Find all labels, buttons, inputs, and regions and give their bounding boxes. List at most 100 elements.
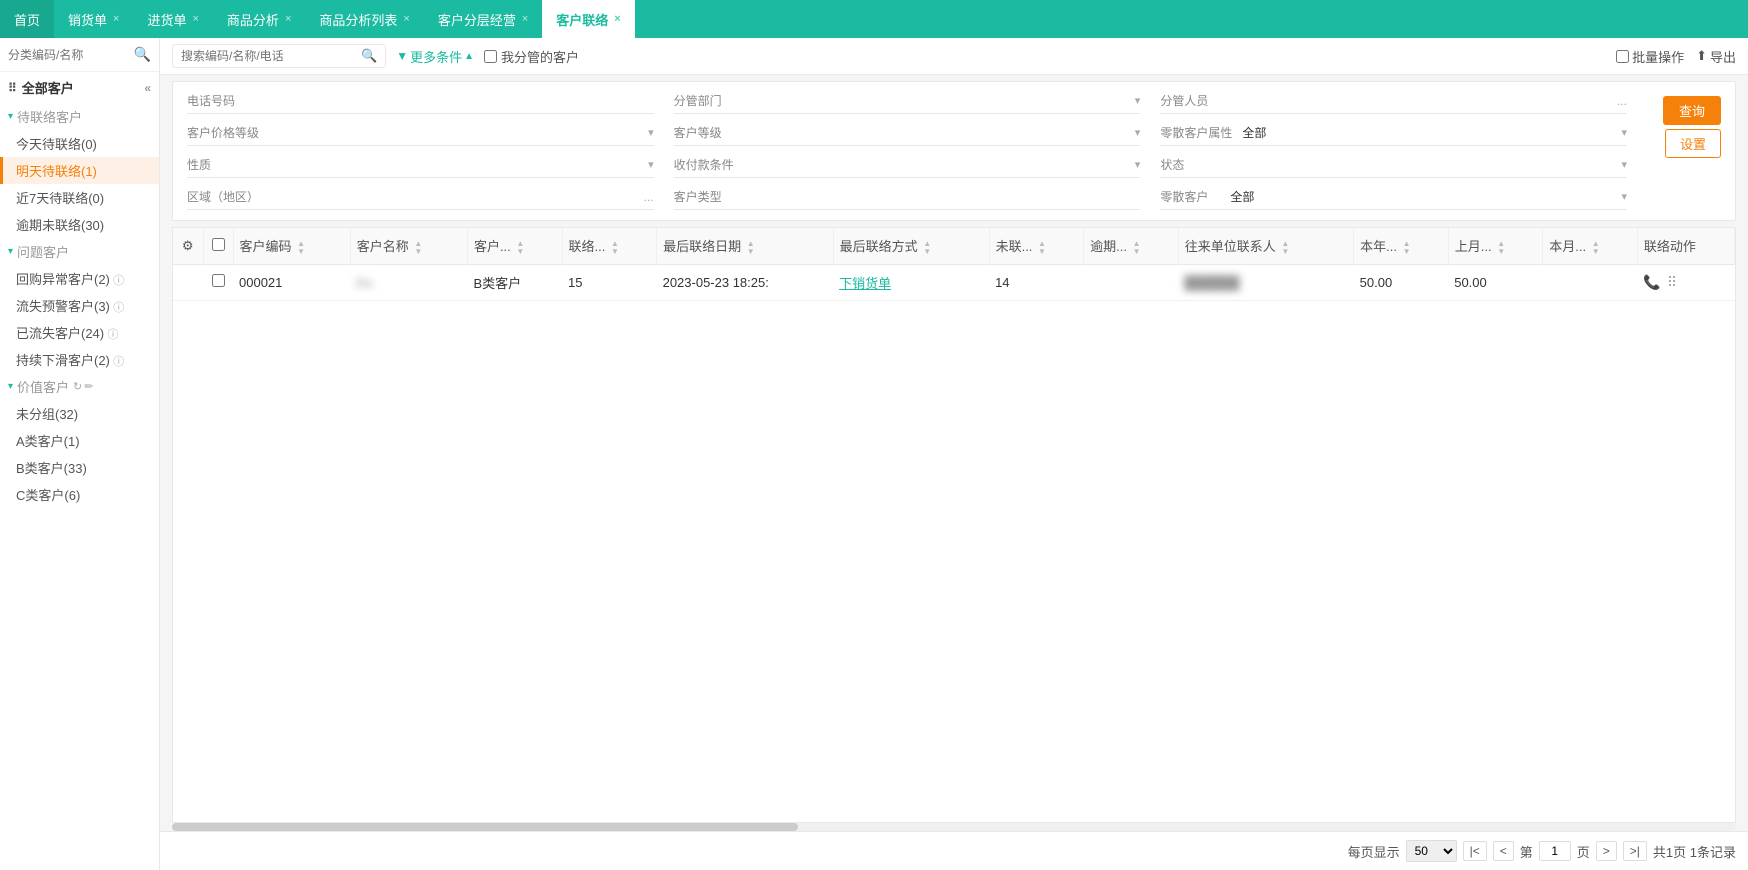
contact-icon[interactable]: 📞 bbox=[1643, 274, 1660, 291]
close-product-analysis-list-icon[interactable]: × bbox=[403, 13, 409, 25]
close-customer-tier-icon[interactable]: × bbox=[522, 13, 528, 25]
prev-page-btn[interactable]: < bbox=[1493, 841, 1514, 861]
row-code: 000021 bbox=[233, 264, 350, 300]
filter-action-buttons: 查询 设置 bbox=[1663, 92, 1721, 158]
row-name: Ea bbox=[350, 264, 467, 300]
sidebar-item-churn-warning[interactable]: 流失预警客户(3) ⓘ bbox=[0, 292, 159, 319]
customer-table: ⚙ 客户编码 ▲▼ 客户名称 ▲▼ 客户... bbox=[173, 228, 1735, 301]
filter-row-3: 性质 ▾ 收付款条件 ▾ 状态 ▾ bbox=[187, 156, 1647, 178]
unit-contact-blurred: ██████ bbox=[1184, 275, 1239, 290]
select-all-checkbox[interactable] bbox=[212, 238, 225, 251]
sidebar-item-declining[interactable]: 持续下滑客户(2) ⓘ bbox=[0, 346, 159, 373]
nav-customer-contact[interactable]: 客户联络 × bbox=[542, 0, 634, 38]
close-purchase-order-icon[interactable]: × bbox=[192, 13, 198, 25]
row-gear-cell bbox=[173, 264, 203, 300]
nav-product-analysis[interactable]: 商品分析 × bbox=[213, 0, 305, 38]
info-icon3: ⓘ bbox=[113, 356, 124, 368]
filter-scatter-attr-value[interactable]: 全部 bbox=[1242, 124, 1617, 141]
sort-this-year-icon[interactable]: ▲▼ bbox=[1403, 240, 1411, 256]
export-icon: ⬆ bbox=[1696, 48, 1707, 64]
search-input[interactable] bbox=[181, 49, 361, 63]
close-customer-contact-icon[interactable]: × bbox=[614, 13, 620, 25]
col-header-contact: 联络... ▲▼ bbox=[562, 228, 657, 264]
sidebar-item-class-a[interactable]: A类客户(1) bbox=[0, 427, 159, 454]
sort-this-month-icon[interactable]: ▲▼ bbox=[1592, 240, 1600, 256]
filter-status-label: 状态 bbox=[1160, 156, 1220, 173]
filter-scatter-customer: 零散客户 全部 ▾ bbox=[1160, 188, 1627, 210]
nav-customer-tier[interactable]: 客户分层经营 × bbox=[424, 0, 542, 38]
filter-scatter-customer-label: 零散客户 bbox=[1160, 188, 1220, 205]
close-product-analysis-icon[interactable]: × bbox=[285, 13, 291, 25]
export-btn[interactable]: ⬆ 导出 bbox=[1696, 47, 1736, 66]
last-page-btn[interactable]: >| bbox=[1623, 841, 1647, 861]
filter-scatter-customer-value[interactable]: 全部 bbox=[1230, 188, 1617, 205]
per-page-select[interactable]: 50 100 200 bbox=[1406, 840, 1457, 862]
filter-price-tier: 客户价格等级 ▾ bbox=[187, 124, 654, 146]
col-header-gear[interactable]: ⚙ bbox=[173, 228, 203, 264]
last-method-link[interactable]: 下销货单 bbox=[839, 276, 891, 291]
filter-phone-label: 电话号码 bbox=[187, 92, 247, 109]
sort-unit-icon[interactable]: ▲▼ bbox=[1281, 240, 1289, 256]
triangle-icon3: ▾ bbox=[8, 381, 13, 392]
chevron-up-icon: ▲ bbox=[464, 51, 474, 62]
filter-dept-label: 分管部门 bbox=[674, 92, 734, 109]
table-scroll-bar[interactable] bbox=[172, 823, 1736, 831]
first-page-btn[interactable]: |< bbox=[1463, 841, 1487, 861]
ellipsis-icon-region[interactable]: ... bbox=[644, 190, 654, 204]
sort-code-icon[interactable]: ▲▼ bbox=[297, 240, 305, 256]
col-header-last-date: 最后联络日期 ▲▼ bbox=[657, 228, 833, 264]
row-checkbox[interactable] bbox=[212, 274, 225, 287]
sidebar-search-icon[interactable]: 🔍 bbox=[134, 46, 151, 63]
nav-purchase-order[interactable]: 进货单 × bbox=[133, 0, 212, 38]
sort-last-date-icon[interactable]: ▲▼ bbox=[747, 240, 755, 256]
sidebar-item-churned[interactable]: 已流失客户(24) ⓘ bbox=[0, 319, 159, 346]
nav-sales-order[interactable]: 销货单 × bbox=[54, 0, 133, 38]
sort-type-icon[interactable]: ▲▼ bbox=[516, 240, 524, 256]
nav-home[interactable]: 首页 bbox=[0, 0, 54, 38]
sidebar: 🔍 ⠿ 全部客户 « ▾ 待联络客户 今天待联络(0) 明天待联络(1) 近7天… bbox=[0, 38, 160, 870]
sidebar-item-7days-contact[interactable]: 近7天待联络(0) bbox=[0, 184, 159, 211]
data-table-area: ⚙ 客户编码 ▲▼ 客户名称 ▲▼ 客户... bbox=[172, 227, 1736, 823]
filter-payment: 收付款条件 ▾ bbox=[674, 156, 1141, 178]
more-conditions-btn[interactable]: ▼ 更多条件 ▲ bbox=[396, 47, 474, 66]
filter-nature: 性质 ▾ bbox=[187, 156, 654, 178]
query-button[interactable]: 查询 bbox=[1663, 96, 1721, 125]
sidebar-item-repurchase-abnormal[interactable]: 回购异常客户(2) ⓘ bbox=[0, 265, 159, 292]
search-icon[interactable]: 🔍 bbox=[361, 48, 377, 64]
sort-contact-icon[interactable]: ▲▼ bbox=[611, 240, 619, 256]
advanced-filter-panel: 电话号码 分管部门 ▾ 分管人员 ... bbox=[172, 81, 1736, 221]
ellipsis-icon-person[interactable]: ... bbox=[1617, 94, 1627, 108]
batch-op-btn[interactable]: 批量操作 bbox=[1616, 47, 1684, 66]
sidebar-search-input[interactable] bbox=[8, 48, 134, 62]
page-number-input[interactable] bbox=[1539, 841, 1571, 861]
sidebar-item-tomorrow-contact[interactable]: 明天待联络(1) bbox=[0, 157, 159, 184]
batch-op-checkbox[interactable] bbox=[1616, 50, 1629, 63]
nav-product-analysis-list[interactable]: 商品分析列表 × bbox=[305, 0, 423, 38]
chevron-down-icon-price: ▾ bbox=[648, 126, 654, 139]
row-overdue bbox=[1084, 264, 1179, 300]
sort-last-method-icon[interactable]: ▲▼ bbox=[923, 240, 931, 256]
refresh-icon[interactable]: ↻ bbox=[73, 380, 82, 393]
close-sales-order-icon[interactable]: × bbox=[113, 13, 119, 25]
sort-not-contact-icon[interactable]: ▲▼ bbox=[1038, 240, 1046, 256]
set-button[interactable]: 设置 bbox=[1665, 129, 1721, 158]
collapse-icon[interactable]: « bbox=[144, 81, 151, 95]
sort-last-month-icon[interactable]: ▲▼ bbox=[1497, 240, 1505, 256]
my-customers-checkbox[interactable] bbox=[484, 50, 497, 63]
all-customers-header[interactable]: ⠿ 全部客户 « bbox=[0, 72, 159, 103]
sidebar-item-today-contact[interactable]: 今天待联络(0) bbox=[0, 130, 159, 157]
edit-icon[interactable]: ✏ bbox=[84, 380, 93, 393]
filter-phone: 电话号码 bbox=[187, 92, 654, 114]
next-page-btn[interactable]: > bbox=[1596, 841, 1617, 861]
sidebar-item-class-c[interactable]: C类客户(6) bbox=[0, 481, 159, 508]
filter-customer-type: 客户类型 bbox=[674, 188, 1141, 210]
col-header-this-year: 本年... ▲▼ bbox=[1354, 228, 1449, 264]
search-box: 🔍 bbox=[172, 44, 386, 68]
sidebar-item-ungrouped[interactable]: 未分组(32) bbox=[0, 400, 159, 427]
row-last-method: 下销货单 bbox=[833, 264, 989, 300]
sort-name-icon[interactable]: ▲▼ bbox=[414, 240, 422, 256]
sort-overdue-icon[interactable]: ▲▼ bbox=[1133, 240, 1141, 256]
sidebar-item-overdue-contact[interactable]: 逾期未联络(30) bbox=[0, 211, 159, 238]
sidebar-item-class-b[interactable]: B类客户(33) bbox=[0, 454, 159, 481]
qr-icon[interactable]: ⠿ bbox=[1667, 274, 1677, 291]
